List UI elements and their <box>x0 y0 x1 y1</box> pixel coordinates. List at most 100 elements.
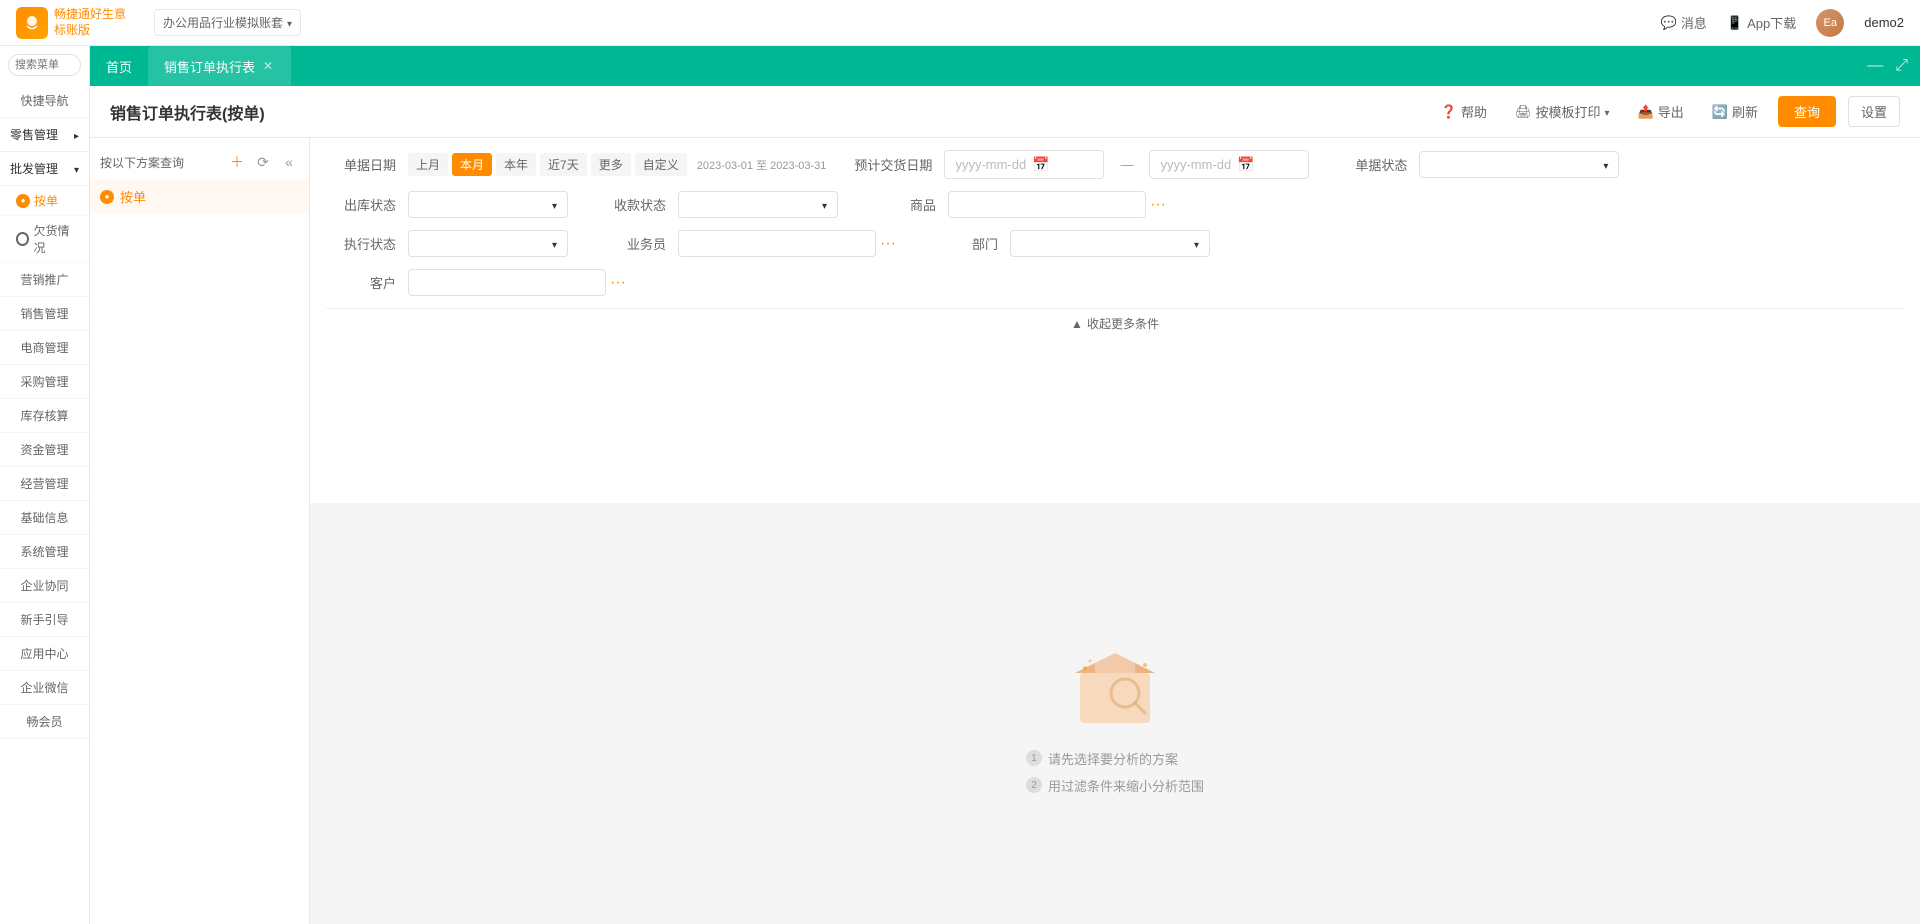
sidebar-item-cooperation[interactable]: 企业协同 <box>0 569 89 603</box>
tip-num-2: 2 <box>1026 777 1042 793</box>
header-right: 💬 消息 📱 App下载 Ea demo2 <box>1661 9 1904 37</box>
sidebar-sub-item-debt[interactable]: 欠货情况 <box>0 216 89 263</box>
sidebar-item-purchase[interactable]: 采购管理 <box>0 365 89 399</box>
help-icon: ❓ <box>1441 104 1457 120</box>
customer-more-button[interactable]: ··· <box>606 274 630 292</box>
tab-bar: 首页 销售订单执行表 ✕ — ⤢ <box>90 46 1920 86</box>
page-title: 销售订单执行表(按单) <box>110 100 265 124</box>
sidebar-item-inventory[interactable]: 库存核算 <box>0 399 89 433</box>
filter-row-2: 出库状态 收款状态 商品 <box>326 191 1904 218</box>
tab-close-icon[interactable]: ✕ <box>261 57 275 75</box>
sidebar-item-retail[interactable]: 零售管理 <box>0 118 89 152</box>
date-pill-7days[interactable]: 近7天 <box>540 153 587 176</box>
print-dropdown-icon <box>1605 104 1610 119</box>
date-pill-more[interactable]: 更多 <box>591 153 631 176</box>
calendar-start-icon: 📅 <box>1032 156 1049 173</box>
message-button[interactable]: 💬 消息 <box>1661 13 1707 32</box>
sidebar-item-sales[interactable]: 销售管理 <box>0 297 89 331</box>
goods-input[interactable] <box>948 191 1146 218</box>
sidebar-item-system[interactable]: 系统管理 <box>0 535 89 569</box>
order-status-select[interactable] <box>1419 151 1619 178</box>
refresh-plan-button[interactable]: ⟳ <box>253 152 273 172</box>
sidebar-item-shortcut[interactable]: 快捷导航 <box>0 84 89 118</box>
sidebar-item-corp-wechat[interactable]: 企业微信 <box>0 671 89 705</box>
filter-and-table: 按以下方案查询 ＋ ⟳ « ● 按单 <box>90 138 1920 924</box>
sidebar-item-finance[interactable]: 资金管理 <box>0 433 89 467</box>
tab-sales-order[interactable]: 销售订单执行表 ✕ <box>148 46 291 86</box>
collapse-button[interactable]: ▲ 收起更多条件 <box>326 308 1904 338</box>
salesman-more-button[interactable]: ··· <box>876 235 900 253</box>
plan-item-press[interactable]: ● 按单 <box>90 180 309 213</box>
tab-home[interactable]: 首页 <box>90 46 148 86</box>
top-header: 畅捷通好生意 标账版 办公用品行业模拟账套 💬 消息 📱 App下载 Ea de… <box>0 0 1920 46</box>
help-button[interactable]: ❓ 帮助 <box>1433 98 1495 125</box>
workspace-selector[interactable]: 办公用品行业模拟账套 <box>154 9 301 36</box>
delivery-dropdown-icon <box>552 197 557 212</box>
customer-input[interactable] <box>408 269 606 296</box>
panel-header: 按以下方案查询 ＋ ⟳ « <box>90 148 309 180</box>
sidebar-item-newbie[interactable]: 新手引导 <box>0 603 89 637</box>
collection-status-select[interactable] <box>678 191 838 218</box>
tab-bar-actions: — ⤢ <box>1863 53 1920 79</box>
avatar[interactable]: Ea <box>1816 9 1844 37</box>
goods-more-button[interactable]: ··· <box>1146 196 1170 214</box>
page-actions: ❓ 帮助 🖨 按模板打印 📤 导出 🔄 刷新 <box>1433 96 1900 127</box>
expected-date-start[interactable]: yyyy-mm-dd 📅 <box>944 150 1104 179</box>
department-label: 部门 <box>928 234 998 253</box>
collection-dropdown-icon <box>822 197 827 212</box>
salesman-input-area: ··· <box>678 230 900 257</box>
sidebar-item-marketing[interactable]: 营销推广 <box>0 263 89 297</box>
logo-area: 畅捷通好生意 标账版 <box>16 7 126 39</box>
refresh-icon: 🔄 <box>1712 104 1728 120</box>
press-active-icon: ● <box>16 194 30 208</box>
customer-label: 客户 <box>326 273 396 292</box>
order-status-label: 单据状态 <box>1337 155 1407 174</box>
sidebar-item-member[interactable]: 畅会员 <box>0 705 89 739</box>
delivery-status-label: 出库状态 <box>326 195 396 214</box>
sidebar-item-operation[interactable]: 经营管理 <box>0 467 89 501</box>
search-input[interactable] <box>8 54 81 76</box>
expected-date-end[interactable]: yyyy-mm-dd 📅 <box>1149 150 1309 179</box>
sidebar-sub-item-press[interactable]: ● 按单 <box>0 186 89 216</box>
logo-text: 畅捷通好生意 标账版 <box>54 7 126 38</box>
salesman-label: 业务员 <box>596 234 666 253</box>
department-select[interactable] <box>1010 230 1210 257</box>
tip-num-1: 1 <box>1026 750 1042 766</box>
filter-row-1: 单据日期 上月 本月 本年 <box>326 150 1904 179</box>
date-pill-last-month[interactable]: 上月 <box>408 153 448 176</box>
user-name[interactable]: demo2 <box>1864 15 1904 30</box>
search-button[interactable]: 查询 <box>1778 96 1836 127</box>
print-icon: 🖨 <box>1515 104 1532 120</box>
salesman-input[interactable] <box>678 230 876 257</box>
date-pill-this-year[interactable]: 本年 <box>496 153 536 176</box>
tab-minimize-button[interactable]: — <box>1863 53 1887 79</box>
sidebar-item-wholesale[interactable]: 批发管理 <box>0 152 89 186</box>
panel-title: 按以下方案查询 <box>100 154 184 171</box>
delivery-status-select[interactable] <box>408 191 568 218</box>
right-area: 单据日期 上月 本月 本年 <box>310 138 1920 924</box>
export-icon: 📤 <box>1638 104 1654 120</box>
date-pill-this-month[interactable]: 本月 <box>452 153 492 176</box>
settings-button[interactable]: 设置 <box>1848 96 1900 127</box>
filter-row-4: 客户 ··· <box>326 269 1904 296</box>
execution-status-select[interactable] <box>408 230 568 257</box>
date-range-display: 2023-03-01 至 2023-03-31 <box>697 157 827 173</box>
collapse-panel-button[interactable]: « <box>279 152 299 172</box>
date-pill-custom[interactable]: 自定义 <box>635 153 687 176</box>
sidebar: 快捷导航 零售管理 批发管理 ● 按单 欠货情况 营销推广 销售管理 电商管理 … <box>0 46 90 924</box>
app-download-button[interactable]: 📱 App下载 <box>1727 13 1796 32</box>
customer-input-area: ··· <box>408 269 630 296</box>
sidebar-item-basic[interactable]: 基础信息 <box>0 501 89 535</box>
add-plan-button[interactable]: ＋ <box>227 152 247 172</box>
wholesale-expand-icon <box>74 162 79 176</box>
export-button[interactable]: 📤 导出 <box>1630 98 1692 125</box>
sidebar-item-app-center[interactable]: 应用中心 <box>0 637 89 671</box>
date-label: 单据日期 <box>326 155 396 174</box>
sidebar-item-ecommerce[interactable]: 电商管理 <box>0 331 89 365</box>
template-print-button[interactable]: 🖨 按模板打印 <box>1507 98 1618 125</box>
refresh-button[interactable]: 🔄 刷新 <box>1704 98 1766 125</box>
empty-state: 1 请先选择要分析的方案 2 用过滤条件来缩小分析范围 <box>1026 633 1204 795</box>
tab-maximize-button[interactable]: ⤢ <box>1891 53 1912 79</box>
panel-actions: ＋ ⟳ « <box>227 152 299 172</box>
goods-label: 商品 <box>866 195 936 214</box>
